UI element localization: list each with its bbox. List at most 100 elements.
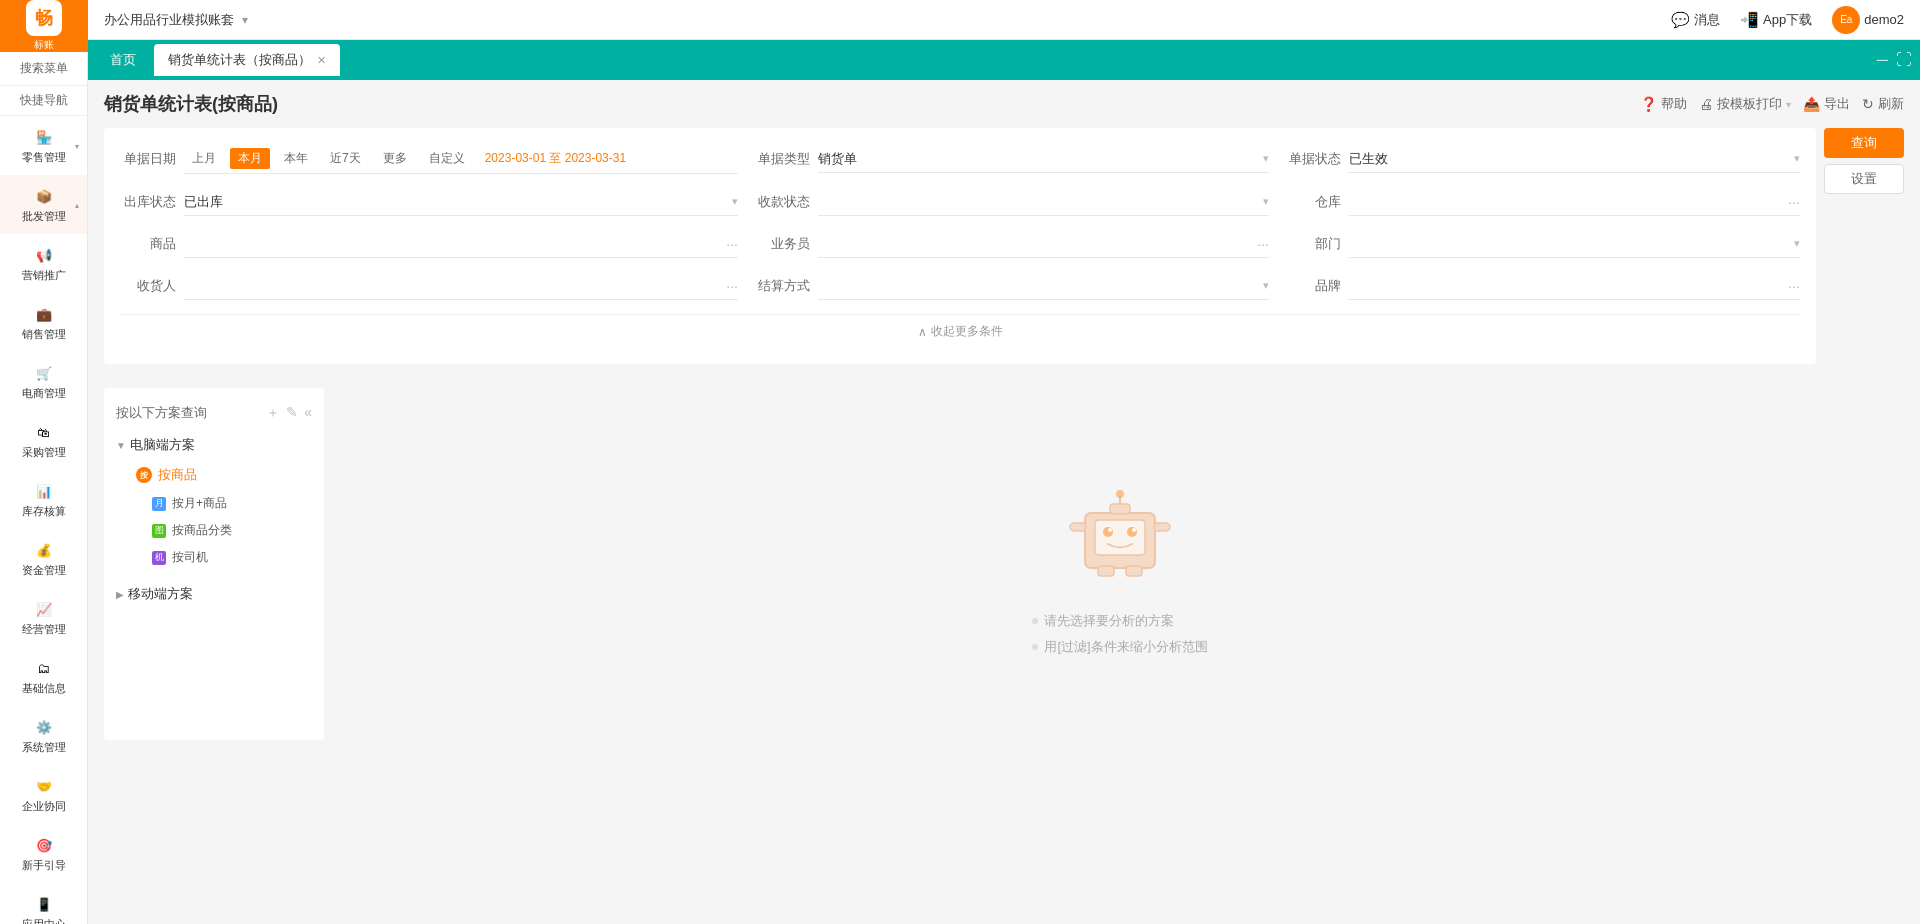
sidebar-item-sales[interactable]: 💼 销售管理 — [0, 293, 87, 352]
date-this-year[interactable]: 本年 — [276, 148, 316, 169]
sidebar-item-inventory[interactable]: 📊 库存核算 — [0, 470, 87, 529]
filter-staff-value[interactable]: ··· — [818, 230, 1269, 258]
minimize-icon[interactable]: ─ — [1877, 51, 1888, 69]
filter-goods-value[interactable]: ··· — [184, 230, 738, 258]
enterprise-icon: 🤝 — [33, 775, 55, 797]
date-last-month[interactable]: 上月 — [184, 148, 224, 169]
quick-nav-btn[interactable]: 快捷导航 — [0, 86, 87, 116]
content-area: 按以下方案查询 ＋ ✎ « ▼ 电脑端方案 按 — [104, 388, 1904, 740]
payment-method-dropdown-icon[interactable]: ▾ — [1263, 279, 1269, 292]
filter-pay-status: 收款状态 ▾ — [754, 188, 1269, 216]
filter-doc-status-value[interactable]: 已生效 ▾ — [1349, 145, 1800, 173]
sidebar-item-finance[interactable]: 💰 资金管理 — [0, 529, 87, 588]
download-icon: 📲 — [1740, 11, 1759, 29]
filter-row-2: 出库状态 已出库 ▾ 收款状态 ▾ 仓库 — [120, 188, 1800, 216]
date-this-month[interactable]: 本月 — [230, 148, 270, 169]
system-icon: ⚙️ — [33, 716, 55, 738]
close-tab-icon[interactable]: ✕ — [317, 54, 326, 67]
filter-payment-method-value[interactable]: ▾ — [818, 272, 1269, 300]
inventory-icon: 📊 — [33, 480, 55, 502]
collapse-filters-btn[interactable]: ∧ 收起更多条件 — [918, 323, 1003, 340]
filter-brand-value[interactable]: ··· — [1349, 272, 1800, 300]
edit-scheme-icon[interactable]: ✎ — [286, 404, 298, 422]
tab-sales-stats[interactable]: 销货单统计表（按商品） ✕ — [154, 44, 340, 76]
dept-dropdown-icon[interactable]: ▾ — [1794, 237, 1800, 250]
filter-doc-type-value[interactable]: 销货单 ▾ — [818, 145, 1269, 173]
doc-status-dropdown-icon[interactable]: ▾ — [1794, 152, 1800, 165]
pay-status-dropdown-icon[interactable]: ▾ — [1263, 195, 1269, 208]
solution-item-by-goods-category[interactable]: 图 按商品分类 — [112, 517, 316, 544]
sidebar-item-guide[interactable]: 🎯 新手引导 — [0, 824, 87, 883]
sidebar: 畅 标账 搜索菜单 快捷导航 🏪 零售管理 ▾ 📦 批发管理 ▴ 📢 营销推广 … — [0, 0, 88, 924]
app-download-btn[interactable]: 📲 App下载 — [1740, 11, 1812, 29]
category-toggle-icon: ▼ — [116, 440, 126, 451]
sidebar-item-operation[interactable]: 📈 经营管理 — [0, 588, 87, 647]
solution-item-by-month-goods[interactable]: 月 按月+商品 — [112, 490, 316, 517]
export-btn[interactable]: 📤 导出 — [1803, 95, 1850, 113]
left-panel-header: 按以下方案查询 ＋ ✎ « — [104, 400, 324, 430]
filter-warehouse-value[interactable]: ··· — [1349, 188, 1800, 216]
by-goods-icon: 按 — [136, 467, 152, 483]
refresh-btn[interactable]: ↻ 刷新 — [1862, 95, 1904, 113]
filter-dept-value[interactable]: ▾ — [1349, 230, 1800, 258]
workspace-dropdown[interactable]: ▾ — [242, 13, 248, 27]
brand-more-icon[interactable]: ··· — [1788, 278, 1800, 294]
svg-rect-11 — [1070, 523, 1086, 531]
message-icon: 💬 — [1671, 11, 1690, 29]
maximize-icon[interactable]: ⛶ — [1896, 51, 1912, 69]
sidebar-item-enterprise[interactable]: 🤝 企业协同 — [0, 765, 87, 824]
sidebar-item-ecommerce[interactable]: 🛒 电商管理 — [0, 352, 87, 411]
query-button[interactable]: 查询 — [1824, 128, 1904, 158]
purchase-icon: 🛍 — [33, 421, 55, 443]
solution-category-mobile[interactable]: ▶ 移动端方案 — [112, 579, 316, 609]
doc-type-dropdown-icon[interactable]: ▾ — [1263, 152, 1269, 165]
print-dropdown-icon[interactable]: ▾ — [1786, 99, 1791, 110]
sidebar-item-basic[interactable]: 🗂 基础信息 — [0, 647, 87, 706]
help-icon: ❓ — [1640, 96, 1657, 112]
empty-state: 请先选择要分析的方案 用[过滤]条件来缩小分析范围 — [336, 388, 1904, 740]
tab-home[interactable]: 首页 — [96, 44, 150, 76]
empty-hint-1: 请先选择要分析的方案 — [1032, 608, 1207, 634]
sidebar-item-app-center[interactable]: 📱 应用中心 — [0, 883, 87, 924]
main-area: 办公用品行业模拟账套 ▾ 💬 消息 📲 App下载 Ea demo2 首页 — [88, 0, 1920, 924]
wholesale-icon: 📦 — [33, 185, 55, 207]
app-logo[interactable]: 畅 标账 — [0, 0, 88, 52]
empty-hints: 请先选择要分析的方案 用[过滤]条件来缩小分析范围 — [1032, 608, 1207, 660]
date-custom[interactable]: 自定义 — [421, 148, 473, 169]
sidebar-item-retail[interactable]: 🏪 零售管理 ▾ — [0, 116, 87, 175]
print-btn[interactable]: 🖨 按模板打印 ▾ — [1699, 95, 1791, 113]
solution-item-by-goods[interactable]: 按 按商品 — [112, 460, 316, 490]
staff-more-icon[interactable]: ··· — [1257, 236, 1269, 252]
finance-icon: 💰 — [33, 539, 55, 561]
goods-more-icon[interactable]: ··· — [726, 236, 738, 252]
settings-button[interactable]: 设置 — [1824, 164, 1904, 194]
date-last7[interactable]: 近7天 — [322, 148, 369, 169]
solution-category-pc[interactable]: ▼ 电脑端方案 — [112, 430, 316, 460]
sidebar-item-system[interactable]: ⚙️ 系统管理 — [0, 706, 87, 765]
svg-rect-8 — [1126, 566, 1142, 576]
ecommerce-icon: 🛒 — [33, 362, 55, 384]
warehouse-more-icon[interactable]: ··· — [1788, 194, 1800, 210]
solution-item-by-printer[interactable]: 机 按司机 — [112, 544, 316, 571]
message-btn[interactable]: 💬 消息 — [1671, 11, 1720, 29]
help-btn[interactable]: ❓ 帮助 — [1640, 95, 1687, 113]
filter-date-value[interactable]: 上月 本月 本年 近7天 更多 自定义 2023-03-01 至 2023-03… — [184, 144, 738, 174]
date-more[interactable]: 更多 — [375, 148, 415, 169]
operation-icon: 📈 — [33, 598, 55, 620]
collapse-panel-icon[interactable]: « — [304, 404, 312, 422]
sidebar-item-marketing[interactable]: 📢 营销推广 — [0, 234, 87, 293]
filter-out-status-value[interactable]: 已出库 ▾ — [184, 188, 738, 216]
filter-receiver-value[interactable]: ··· — [184, 272, 738, 300]
filter-dept: 部门 ▾ — [1285, 230, 1800, 258]
filter-receiver: 收货人 ··· — [120, 272, 738, 300]
out-status-dropdown-icon[interactable]: ▾ — [732, 195, 738, 208]
sidebar-item-wholesale[interactable]: 📦 批发管理 ▴ — [0, 175, 87, 234]
add-scheme-icon[interactable]: ＋ — [266, 404, 280, 422]
filter-row-4: 收货人 ··· 结算方式 ▾ 品牌 — [120, 272, 1800, 300]
left-panel: 按以下方案查询 ＋ ✎ « ▼ 电脑端方案 按 — [104, 388, 324, 740]
user-profile-btn[interactable]: Ea demo2 — [1832, 6, 1904, 34]
search-menu-btn[interactable]: 搜索菜单 — [0, 52, 87, 86]
sidebar-item-purchase[interactable]: 🛍 采购管理 — [0, 411, 87, 470]
receiver-more-icon[interactable]: ··· — [726, 278, 738, 294]
filter-pay-status-value[interactable]: ▾ — [818, 188, 1269, 216]
